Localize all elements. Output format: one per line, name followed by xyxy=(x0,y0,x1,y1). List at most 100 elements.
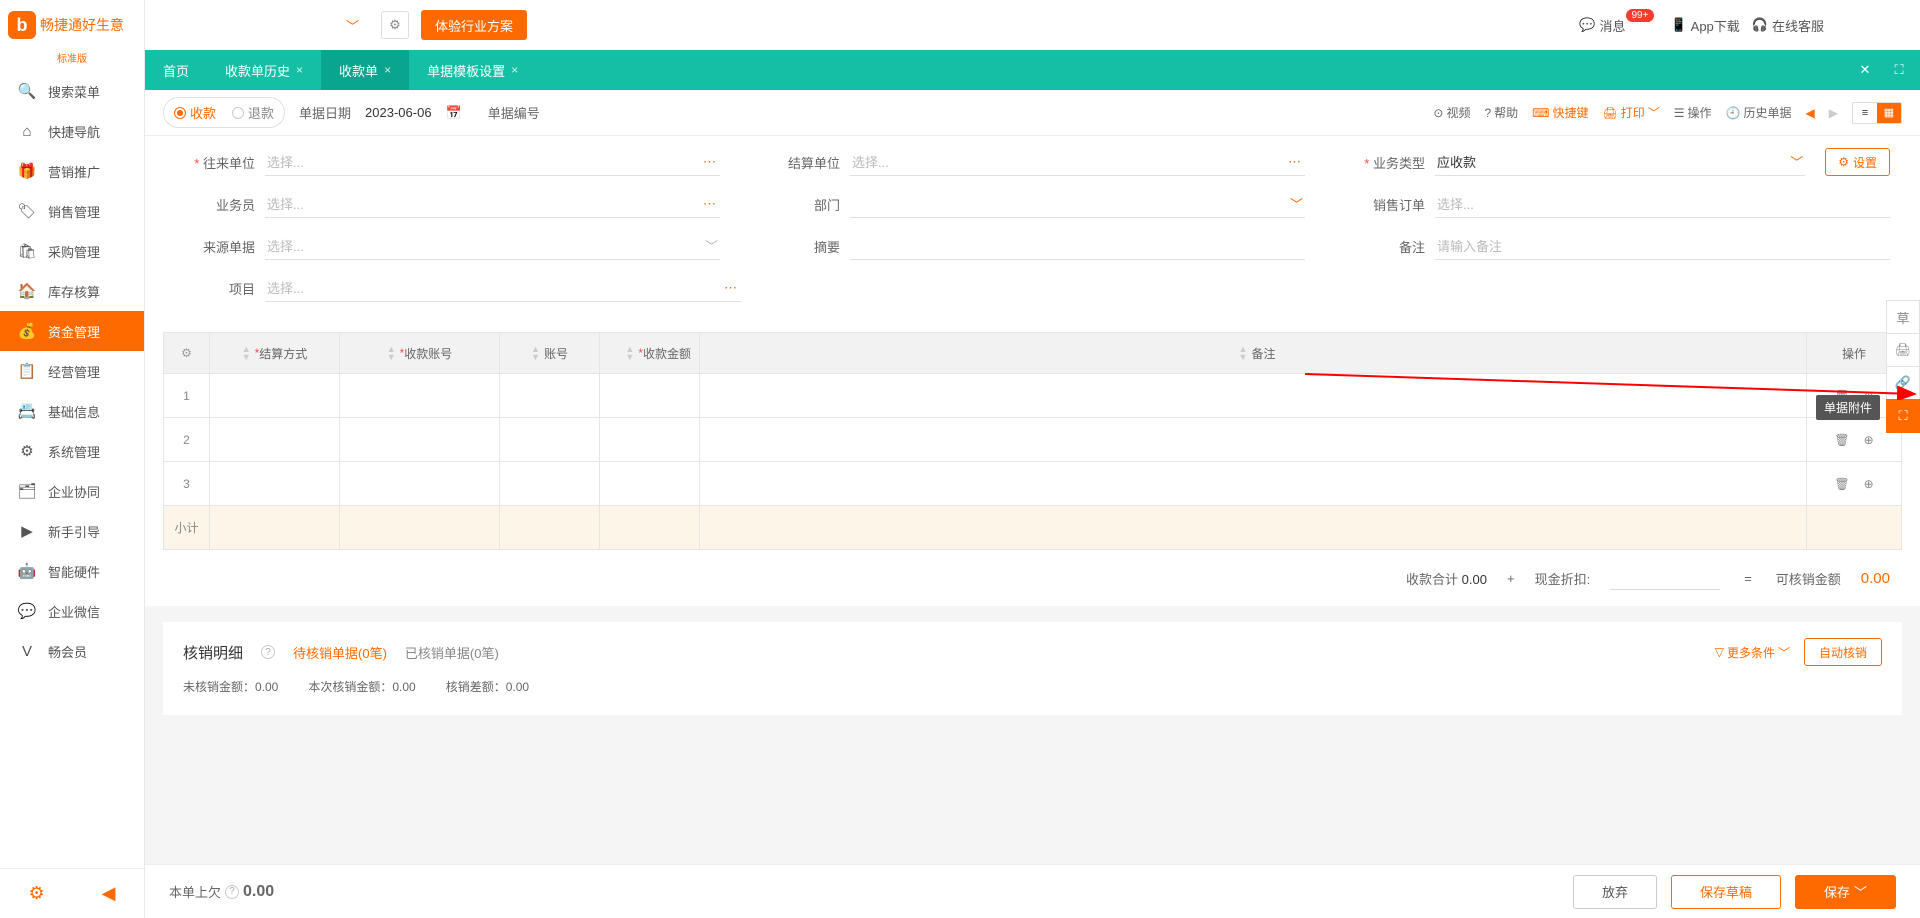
table-row[interactable]: 1🗑⊕ xyxy=(163,374,1902,418)
online-service-link[interactable]: 🎧 在线客服 xyxy=(1752,16,1824,35)
tab-2[interactable]: 收款单× xyxy=(321,50,409,90)
biz-type-select[interactable]: 应收款﹀ xyxy=(1435,148,1805,176)
app-download-link[interactable]: 📱 App下载 xyxy=(1670,16,1739,35)
save-button[interactable]: 保存 ﹀ xyxy=(1795,875,1896,909)
message-badge: 99+ xyxy=(1626,9,1655,22)
print-button[interactable]: 🖨打印﹀ xyxy=(1603,104,1660,121)
sidebar-item-4[interactable]: 🛍采购管理 xyxy=(0,231,144,271)
save-draft-button[interactable]: 保存草稿 xyxy=(1671,875,1781,909)
sidebar-item-7[interactable]: 📋经营管理 xyxy=(0,351,144,391)
dept-select[interactable]: ﹀ xyxy=(850,190,1305,218)
shortcut-button[interactable]: ⌨快捷键 xyxy=(1532,104,1588,121)
help-button[interactable]: ?帮助 xyxy=(1484,104,1518,121)
project-select[interactable]: 选择...⋯ xyxy=(265,274,741,302)
gear-icon[interactable]: ⚙ xyxy=(381,11,409,39)
brand-logo: b xyxy=(8,11,36,39)
menu-label: 基础信息 xyxy=(48,402,100,421)
view-card-button[interactable]: ▦ xyxy=(1877,103,1901,123)
more-conditions-button[interactable]: ▽更多条件﹀ xyxy=(1715,644,1790,661)
sidebar-item-13[interactable]: 💬企业微信 xyxy=(0,591,144,631)
sidebar-item-9[interactable]: ⚙系统管理 xyxy=(0,431,144,471)
sidebar-item-2[interactable]: 🎁营销推广 xyxy=(0,151,144,191)
sidebar-item-8[interactable]: 📇 基础信息 xyxy=(0,391,144,431)
menu-label: 销售管理 xyxy=(48,202,100,221)
menu-icon: 📇 xyxy=(18,402,36,420)
salesperson-select[interactable]: 选择...⋯ xyxy=(265,190,720,218)
menu-label: 新手引导 xyxy=(48,522,100,541)
rail-print-icon[interactable]: 🖨 xyxy=(1886,333,1920,367)
play-icon: ⊙ xyxy=(1433,106,1443,120)
pending-tab[interactable]: 待核销单据(0笔) xyxy=(293,643,387,662)
add-icon[interactable]: ⊕ xyxy=(1864,477,1874,491)
sales-order-select[interactable]: 选择... xyxy=(1435,190,1890,218)
prev-button[interactable]: ◀ xyxy=(1806,106,1815,120)
action-button[interactable]: ☰操作 xyxy=(1674,104,1712,121)
menu-label: 畅会员 xyxy=(48,642,87,661)
docno-label: 单据编号 xyxy=(488,103,540,122)
tab-3[interactable]: 单据模板设置× xyxy=(409,50,536,90)
view-list-button[interactable]: ≡ xyxy=(1853,103,1877,123)
radio-receipt[interactable]: 收款 xyxy=(168,101,222,124)
sidebar-item-10[interactable]: 🗂企业协同 xyxy=(0,471,144,511)
partner-select[interactable]: 选择...⋯ xyxy=(265,148,720,176)
source-doc-select[interactable]: 选择...﹀ xyxy=(265,232,720,260)
auto-writeoff-button[interactable]: 自动核销 xyxy=(1804,638,1882,666)
menu-label: 营销推广 xyxy=(48,162,100,181)
menu-icon: V xyxy=(18,642,36,660)
add-icon[interactable]: ⊕ xyxy=(1864,433,1874,447)
done-tab[interactable]: 已核销单据(0笔) xyxy=(405,643,499,662)
history-button[interactable]: 🕘历史单据 xyxy=(1726,104,1792,121)
sidebar-item-11[interactable]: ▶新手引导 xyxy=(0,511,144,551)
sidebar-item-12[interactable]: 🤖智能硬件 xyxy=(0,551,144,591)
next-button[interactable]: ▶ xyxy=(1829,106,1838,120)
close-icon[interactable]: × xyxy=(296,63,303,77)
settle-unit-select[interactable]: 选择...⋯ xyxy=(850,148,1305,176)
sidebar-item-14[interactable]: V 畅会员 xyxy=(0,631,144,671)
rail-attach-icon[interactable]: 🔗 xyxy=(1886,366,1920,400)
menu-icon: 📋 xyxy=(18,362,36,380)
trial-button[interactable]: 体验行业方案 xyxy=(421,10,527,40)
help-icon[interactable]: ? xyxy=(261,645,275,659)
calendar-icon[interactable]: 📅 xyxy=(446,105,462,121)
page-tabs: 首页收款单历史×收款单×单据模板设置× ✕ ⛶ xyxy=(145,50,1920,90)
tab-1[interactable]: 收款单历史× xyxy=(207,50,321,90)
toolbar: 收款 退款 单据日期 2023-06-06 📅 单据编号 ⊙视频 ?帮助 ⌨快捷… xyxy=(145,90,1920,136)
tab-0[interactable]: 首页 xyxy=(145,50,207,90)
remark-input[interactable]: 请输入备注 xyxy=(1435,232,1890,260)
sidebar-item-3[interactable]: 🏷 销售管理 xyxy=(0,191,144,231)
video-button[interactable]: ⊙视频 xyxy=(1433,104,1470,121)
tab-close-button[interactable]: ✕ xyxy=(1850,50,1880,90)
sidebar-item-6[interactable]: 💰资金管理 xyxy=(0,311,144,351)
messages-link[interactable]: 💬 消息 99+ xyxy=(1579,16,1658,35)
delete-icon[interactable]: 🗑 xyxy=(1834,477,1849,491)
help-icon[interactable]: ? xyxy=(225,885,239,899)
chevron-down-icon: ﹀ xyxy=(1290,194,1303,213)
headset-icon: 🎧 xyxy=(1752,17,1768,33)
discount-input[interactable] xyxy=(1610,566,1720,590)
more-icon: ⋯ xyxy=(703,196,718,212)
company-select[interactable]: ﹀ xyxy=(159,11,369,39)
tab-expand-button[interactable]: ⛶ xyxy=(1884,50,1914,90)
rail-draft-icon[interactable]: 草 xyxy=(1886,300,1920,334)
menu-icon: 🏷 xyxy=(18,202,36,220)
setting-button[interactable]: ⚙设置 xyxy=(1825,148,1890,176)
delete-icon[interactable]: 🗑 xyxy=(1834,433,1849,447)
discard-button[interactable]: 放弃 xyxy=(1573,875,1657,909)
receipt-type-radio: 收款 退款 xyxy=(163,97,285,128)
table-row[interactable]: 3🗑⊕ xyxy=(163,462,1902,506)
grid-settings-icon[interactable]: ⚙ xyxy=(181,346,192,360)
summary-input[interactable] xyxy=(850,232,1305,260)
close-icon[interactable]: × xyxy=(511,63,518,77)
collapse-icon[interactable]: ◀ xyxy=(102,883,116,904)
sidebar-item-1[interactable]: ⌂快捷导航 xyxy=(0,111,144,151)
menu-icon: 🗂 xyxy=(18,482,36,500)
menu-label: 资金管理 xyxy=(48,322,100,341)
rail-expand-icon[interactable]: ⛶ xyxy=(1886,399,1920,433)
date-value[interactable]: 2023-06-06 xyxy=(365,105,432,120)
settings-icon[interactable]: ⚙ xyxy=(29,883,45,904)
close-icon[interactable]: × xyxy=(384,63,391,77)
radio-refund[interactable]: 退款 xyxy=(226,101,280,124)
sidebar-item-5[interactable]: 🏠库存核算 xyxy=(0,271,144,311)
sidebar-item-0[interactable]: 🔍搜索菜单 xyxy=(0,71,144,111)
table-row[interactable]: 2🗑⊕ xyxy=(163,418,1902,462)
